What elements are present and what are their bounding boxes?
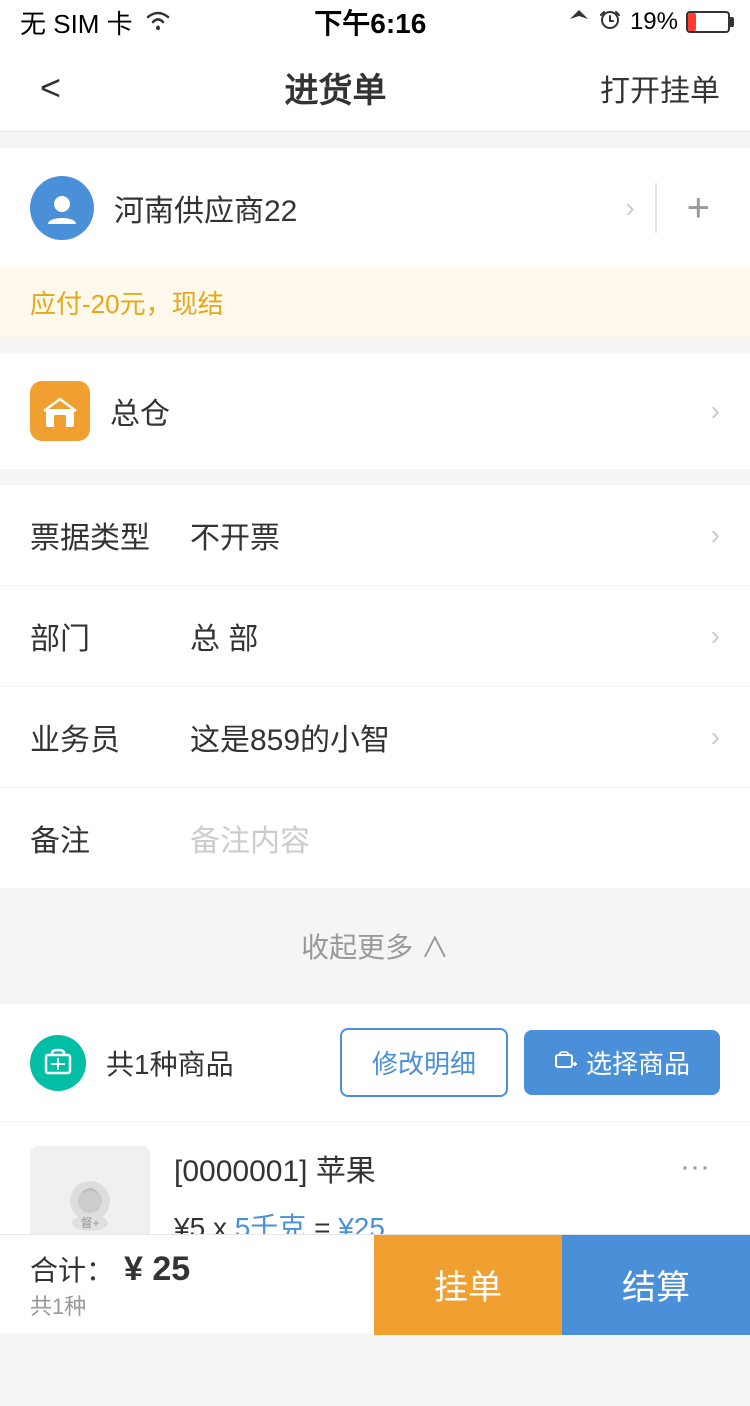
warehouse-section: 总仓 ›: [0, 353, 750, 469]
notice-text: 应付-20元，现结: [30, 289, 224, 319]
salesperson-row[interactable]: 业务员 这是859的小智 ›: [0, 687, 750, 788]
footer-total-top: 合计： ¥ 25: [30, 1249, 344, 1289]
footer-total-area: 合计： ¥ 25 共1种: [0, 1249, 374, 1321]
remark-label: 备注: [30, 816, 160, 860]
warehouse-chevron-icon: ›: [711, 395, 720, 427]
supplier-section: 河南供应商22 › + 应付-20元，现结: [0, 148, 750, 337]
alarm-icon: [598, 7, 622, 38]
warehouse-row[interactable]: 总仓 ›: [0, 353, 750, 469]
status-bar: 无 SIM 卡 下午6:16 19%: [0, 0, 750, 44]
warehouse-icon: [30, 381, 90, 441]
supplier-avatar: [30, 176, 94, 240]
product-header: 共1种商品 修改明细 选择商品: [0, 1004, 750, 1122]
product-section-icon: [30, 1035, 86, 1091]
nav-bar: < 进货单 打开挂单: [0, 44, 750, 132]
product-more-button[interactable]: ···: [670, 1146, 720, 1188]
department-label: 部门: [30, 614, 160, 658]
product-info: [0000001] 苹果 ¥5 x 5千克 = ¥25: [174, 1146, 670, 1246]
invoice-type-chevron-icon: ›: [711, 519, 720, 551]
invoice-type-label: 票据类型: [30, 513, 160, 557]
page-title: 进货单: [285, 63, 387, 112]
location-icon: [568, 8, 590, 37]
product-code: [0000001]: [174, 1155, 307, 1188]
remark-placeholder: 备注内容: [160, 816, 720, 860]
product-name: [0000001] 苹果: [174, 1146, 670, 1190]
battery-percent: 19%: [630, 8, 678, 36]
notice-bar: 应付-20元，现结: [0, 268, 750, 337]
warehouse-name: 总仓: [110, 389, 711, 433]
hang-button[interactable]: 挂单: [374, 1235, 562, 1335]
department-row[interactable]: 部门 总 部 ›: [0, 586, 750, 687]
edit-detail-button[interactable]: 修改明细: [340, 1028, 508, 1097]
select-product-label: 选择商品: [586, 1044, 690, 1081]
wifi-icon: [143, 7, 173, 38]
back-button[interactable]: <: [30, 57, 71, 119]
salesperson-value: 这是859的小智: [160, 715, 711, 759]
salesperson-label: 业务员: [30, 715, 160, 759]
footer-total-prefix: 合计：: [30, 1249, 114, 1289]
form-section: 票据类型 不开票 › 部门 总 部 › 业务员 这是859的小智 › 备注 备注…: [0, 485, 750, 888]
select-product-button[interactable]: 选择商品: [524, 1030, 720, 1095]
supplier-row[interactable]: 河南供应商22 › +: [0, 148, 750, 268]
status-right-area: 19%: [568, 7, 730, 38]
carrier-text: 无 SIM 卡: [20, 4, 133, 41]
supplier-divider: [655, 183, 657, 233]
status-time: 下午6:16: [314, 2, 426, 42]
department-value: 总 部: [160, 614, 711, 658]
invoice-type-row[interactable]: 票据类型 不开票 ›: [0, 485, 750, 586]
settle-button[interactable]: 结算: [562, 1235, 750, 1335]
product-title: 苹果: [316, 1155, 376, 1188]
collapse-label: 收起更多 ∧: [301, 932, 449, 963]
department-chevron-icon: ›: [711, 620, 720, 652]
footer-total-amount: ¥ 25: [124, 1250, 190, 1289]
footer-sub-label: 共1种: [30, 1289, 344, 1321]
collapse-row[interactable]: 收起更多 ∧: [0, 904, 750, 988]
status-carrier-area: 无 SIM 卡: [20, 4, 173, 41]
supplier-chevron-icon: ›: [625, 192, 634, 224]
battery-icon: [686, 11, 730, 33]
add-supplier-button[interactable]: +: [677, 186, 720, 231]
salesperson-chevron-icon: ›: [711, 721, 720, 753]
invoice-type-value: 不开票: [160, 513, 711, 557]
supplier-name: 河南供应商22: [114, 186, 625, 230]
svg-text:督+: 督+: [80, 1215, 99, 1230]
open-hang-button[interactable]: 打开挂单: [600, 66, 720, 110]
product-count-label: 共1种商品: [106, 1043, 340, 1083]
footer-bar: 合计： ¥ 25 共1种 挂单 结算: [0, 1234, 750, 1334]
remark-row[interactable]: 备注 备注内容: [0, 788, 750, 888]
select-product-icon: [554, 1051, 578, 1075]
